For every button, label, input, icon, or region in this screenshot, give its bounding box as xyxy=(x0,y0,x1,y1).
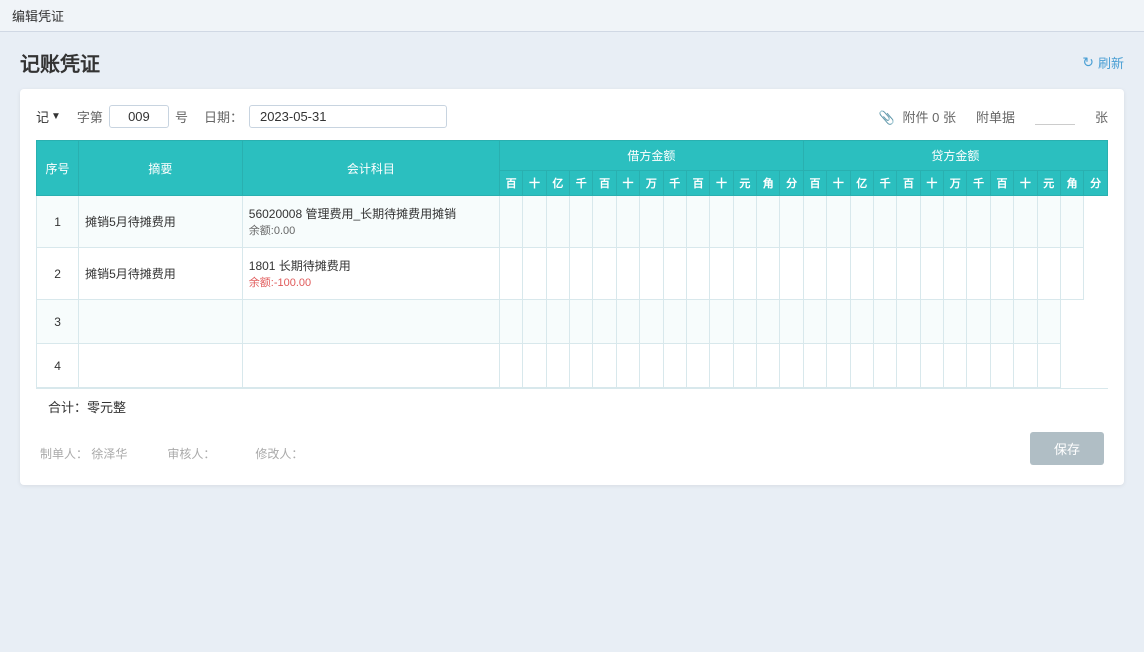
footer-info: 制单人： 徐泽华 审核人： 修改人： xyxy=(40,435,303,462)
c4: 千 xyxy=(873,171,896,196)
d11: 元 xyxy=(733,171,756,196)
creator-value: 徐泽华 xyxy=(91,447,127,461)
d3: 亿 xyxy=(546,171,569,196)
row2-account[interactable]: 1801 长期待摊费用 余额:-100.00 xyxy=(242,248,499,300)
zhang-label: 张 xyxy=(1095,107,1108,126)
attach-label: 附件 0 张 xyxy=(903,110,956,125)
col-header-credit: 贷方金额 xyxy=(803,141,1107,171)
title-bar: 编辑凭证 xyxy=(0,0,1144,32)
creator-info: 制单人： 徐泽华 xyxy=(40,445,127,462)
reviewer-info: 审核人： xyxy=(167,445,215,462)
c11: 元 xyxy=(1037,171,1060,196)
voucher-type-label: 记 xyxy=(36,107,49,126)
table-row: 1 摊销5月待摊费用 56020008 管理费用_长期待摊费用摊销 余额:0.0… xyxy=(37,196,1108,248)
row4-seq: 4 xyxy=(37,344,79,388)
voucher-table: 序号 摘要 会计科目 借方金额 贷方金额 百 十 亿 千 百 十 万 xyxy=(36,140,1108,388)
c1: 百 xyxy=(803,171,826,196)
refresh-button[interactable]: ↻ 刷新 xyxy=(1082,53,1124,72)
dropdown-icon: ▼ xyxy=(51,111,61,122)
refresh-icon: ↻ xyxy=(1082,54,1094,71)
d13: 分 xyxy=(780,171,803,196)
d2: 十 xyxy=(523,171,546,196)
row3-summary[interactable] xyxy=(79,300,243,344)
title-bar-label: 编辑凭证 xyxy=(12,6,64,25)
attachment-info: 📎 附件 0 张 xyxy=(879,107,956,126)
total-value: 零元整 xyxy=(87,397,126,416)
voucher-card: 记 ▼ 字第 号 日期： 📎 附件 0 张 附单据 张 xyxy=(20,89,1124,485)
col-header-debit: 借方金额 xyxy=(499,141,803,171)
c3: 亿 xyxy=(850,171,873,196)
col-header-seq: 序号 xyxy=(37,141,79,196)
d12: 角 xyxy=(757,171,780,196)
d4: 千 xyxy=(570,171,593,196)
c12: 角 xyxy=(1060,171,1083,196)
voucher-type-group: 记 ▼ xyxy=(36,107,61,126)
modifier-info: 修改人： xyxy=(255,445,303,462)
row1-summary[interactable]: 摊销5月待摊费用 xyxy=(79,196,243,248)
fujudan-label: 附单据 xyxy=(976,107,1015,126)
row1-account[interactable]: 56020008 管理费用_长期待摊费用摊销 余额:0.00 xyxy=(242,196,499,248)
col-header-account: 会计科目 xyxy=(242,141,499,196)
d10: 十 xyxy=(710,171,733,196)
date-input[interactable] xyxy=(249,105,447,128)
c13: 分 xyxy=(1084,171,1108,196)
voucher-number-input[interactable] xyxy=(109,105,169,128)
col-header-summary: 摘要 xyxy=(79,141,243,196)
d5: 百 xyxy=(593,171,616,196)
voucher-table-wrapper: 序号 摘要 会计科目 借方金额 贷方金额 百 十 亿 千 百 十 万 xyxy=(36,140,1108,388)
attachment-area: 📎 附件 0 张 附单据 张 xyxy=(879,107,1108,126)
refresh-label: 刷新 xyxy=(1098,53,1124,72)
table-row: 2 摊销5月待摊费用 1801 长期待摊费用 余额:-100.00 xyxy=(37,248,1108,300)
c5: 百 xyxy=(897,171,920,196)
total-label: 合计： xyxy=(48,397,87,416)
d1: 百 xyxy=(499,171,522,196)
zi-label: 字第 xyxy=(77,107,103,126)
summary-footer: 合计： 零元整 xyxy=(36,388,1108,424)
row3-seq: 3 xyxy=(37,300,79,344)
reviewer-label: 审核人： xyxy=(167,447,215,461)
d9: 百 xyxy=(686,171,709,196)
creator-label: 制单人： xyxy=(40,447,88,461)
row3-account[interactable] xyxy=(242,300,499,344)
zi-group: 字第 号 xyxy=(77,105,188,128)
page-header: 记账凭证 ↻ 刷新 xyxy=(20,48,1124,77)
row2-summary[interactable]: 摊销5月待摊费用 xyxy=(79,248,243,300)
row4-summary[interactable] xyxy=(79,344,243,388)
c9: 百 xyxy=(990,171,1013,196)
c7: 万 xyxy=(944,171,967,196)
page-title: 记账凭证 xyxy=(20,48,100,77)
voucher-type-button[interactable]: 记 ▼ xyxy=(36,107,61,126)
zhang-input[interactable] xyxy=(1035,109,1075,125)
d6: 十 xyxy=(616,171,639,196)
modifier-label: 修改人： xyxy=(255,447,303,461)
c8: 千 xyxy=(967,171,990,196)
row4-account[interactable] xyxy=(242,344,499,388)
date-label: 日期： xyxy=(204,107,243,126)
c6: 十 xyxy=(920,171,943,196)
table-row: 3 xyxy=(37,300,1108,344)
bottom-info: 制单人： 徐泽华 审核人： 修改人： 保存 xyxy=(36,424,1108,469)
hao-label: 号 xyxy=(175,107,188,126)
c2: 十 xyxy=(827,171,850,196)
c10: 十 xyxy=(1014,171,1037,196)
date-group: 日期： xyxy=(204,105,447,128)
row2-seq: 2 xyxy=(37,248,79,300)
d8: 千 xyxy=(663,171,686,196)
row1-seq: 1 xyxy=(37,196,79,248)
save-button[interactable]: 保存 xyxy=(1030,432,1104,465)
main-container: 记账凭证 ↻ 刷新 记 ▼ 字第 号 日期： xyxy=(0,32,1144,652)
table-row: 4 xyxy=(37,344,1108,388)
d7: 万 xyxy=(640,171,663,196)
paperclip-icon: 📎 xyxy=(879,110,895,125)
form-row: 记 ▼ 字第 号 日期： 📎 附件 0 张 附单据 张 xyxy=(36,105,1108,128)
